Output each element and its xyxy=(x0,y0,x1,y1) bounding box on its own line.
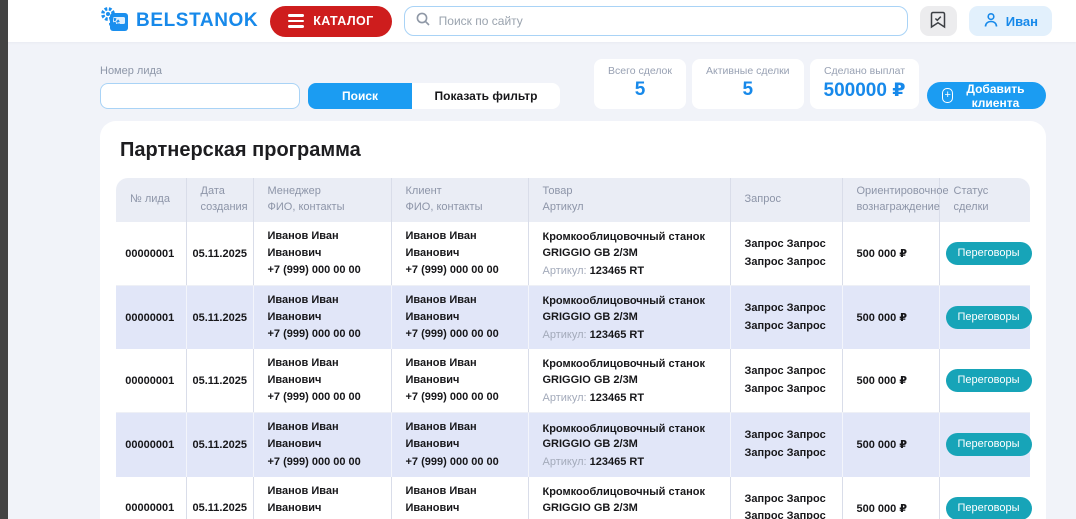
hamburger-icon xyxy=(288,14,305,28)
page-title: Партнерская программа xyxy=(120,139,361,161)
status-cell: Переговоры xyxy=(938,412,1032,477)
lead-number-input[interactable] xyxy=(100,83,300,109)
manager-cell: Иванов Иван Иванович +7 (999) 000 00 00 xyxy=(252,222,391,287)
status-badge: Переговоры xyxy=(945,496,1032,519)
col-reward: Ориентировочное вознаграждение xyxy=(841,178,949,222)
search-filter-segment: Поиск Показать фильтр xyxy=(308,83,560,109)
reward-cell: 500 000 ₽ xyxy=(841,285,939,350)
add-client-label: Добавить клиента xyxy=(966,81,1025,110)
table-header: № лида Дата создания Менеджер ФИО, контакт… xyxy=(116,178,1030,222)
date-cell: 05.11.2025 xyxy=(185,476,253,519)
request-cell: Запрос Запрос Запрос Запрос xyxy=(729,222,842,287)
search-icon xyxy=(415,11,431,32)
reward-cell: 500 000 ₽ xyxy=(841,349,939,414)
reward-cell: 500 000 ₽ xyxy=(841,476,939,519)
top-header: BELSTANOK КАТАЛОГ Иван xyxy=(0,0,1076,42)
lead-number-cell: 00000001 xyxy=(116,412,186,477)
table-body: 00000001 05.11.2025 Иванов Иван Иванович… xyxy=(116,222,1032,519)
date-cell: 05.11.2025 xyxy=(185,412,253,477)
manager-cell: Иванов Иван Иванович +7 (999) 000 00 00 xyxy=(252,476,391,519)
stat-payouts: Сделано выплат 500000 ₽ xyxy=(809,59,920,109)
col-manager: Менеджер ФИО, контакты xyxy=(252,178,391,222)
status-badge: Переговоры xyxy=(945,306,1032,330)
stat-value: 5 xyxy=(742,79,754,100)
lead-number-cell: 00000001 xyxy=(116,285,186,350)
product-cell: Кромкооблицовочный станок GRIGGIO GB 2/3… xyxy=(527,412,730,477)
manager-cell: Иванов Иван Иванович +7 (999) 000 00 00 xyxy=(252,285,391,350)
stat-label: Сделано выплат xyxy=(823,65,906,77)
request-cell: Запрос Запрос Запрос Запрос xyxy=(729,349,842,414)
lead-number-cell: 00000001 xyxy=(116,222,186,287)
client-cell: Иванов Иван Иванович +7 (999) 000 00 00 xyxy=(390,349,528,414)
table-row[interactable]: 00000001 05.11.2025 Иванов Иван Иванович… xyxy=(116,349,1032,414)
gears-logo-icon xyxy=(100,4,130,39)
stats-cards: Всего сделок 5 Активные сделки 5 Сделано… xyxy=(594,59,920,109)
request-cell: Запрос Запрос Запрос Запрос xyxy=(729,476,842,519)
partner-program-card: Партнерская программа № лида Дата создани… xyxy=(100,121,1046,519)
catalog-button[interactable]: КАТАЛОГ xyxy=(270,5,392,37)
request-cell: Запрос Запрос Запрос Запрос xyxy=(729,285,842,350)
bookmark-check-icon xyxy=(930,11,946,32)
bookmarks-button[interactable] xyxy=(919,6,957,36)
col-request: Запрос xyxy=(729,178,842,222)
stat-label: Активные сделки xyxy=(706,65,790,77)
stat-total-deals: Всего сделок 5 xyxy=(594,59,686,109)
site-search xyxy=(403,6,908,36)
leads-table: № лида Дата создания Менеджер ФИО, контакт… xyxy=(116,178,1032,519)
date-cell: 05.11.2025 xyxy=(185,285,253,350)
col-status: Статус сделки xyxy=(938,178,1030,222)
status-cell: Переговоры xyxy=(938,222,1032,287)
client-cell: Иванов Иван Иванович +7 (999) 000 00 00 xyxy=(390,412,528,477)
status-cell: Переговоры xyxy=(938,285,1032,350)
col-product: Товар Артикул xyxy=(527,178,730,222)
reward-cell: 500 000 ₽ xyxy=(841,412,939,477)
user-name-label: Иван xyxy=(1005,13,1038,29)
brand-logo[interactable]: BELSTANOK xyxy=(100,4,258,39)
stat-value: 5 xyxy=(634,79,646,100)
brand-name: BELSTANOK xyxy=(136,10,259,31)
user-icon xyxy=(983,12,999,31)
col-client: Клиент ФИО, контакты xyxy=(390,178,528,222)
client-cell: Иванов Иван Иванович +7 (999) 000 00 00 xyxy=(390,222,528,287)
status-badge: Переговоры xyxy=(945,242,1032,266)
user-account-button[interactable]: Иван xyxy=(968,6,1052,36)
status-cell: Переговоры xyxy=(938,476,1032,519)
col-created-date: Дата создания xyxy=(185,178,253,222)
table-row[interactable]: 00000001 05.11.2025 Иванов Иван Иванович… xyxy=(116,222,1032,287)
client-cell: Иванов Иван Иванович +7 (999) 000 00 00 xyxy=(390,285,528,350)
product-cell: Кромкооблицовочный станок GRIGGIO GB 2/3… xyxy=(527,476,730,519)
stat-value: 500000 ₽ xyxy=(823,80,906,101)
lead-number-label: Номер лида xyxy=(100,65,163,77)
client-cell: Иванов Иван Иванович +7 (999) 000 00 00 xyxy=(390,476,528,519)
product-cell: Кромкооблицовочный станок GRIGGIO GB 2/3… xyxy=(527,349,730,414)
plus-icon: + xyxy=(942,88,953,103)
status-badge: Переговоры xyxy=(945,369,1032,393)
filter-toolbar: Номер лида Поиск Показать фильтр Всего с… xyxy=(0,42,1076,110)
col-lead-number: № лида xyxy=(116,178,186,222)
stat-label: Всего сделок xyxy=(608,65,672,77)
show-filter-button[interactable]: Показать фильтр xyxy=(412,83,560,109)
catalog-button-label: КАТАЛОГ xyxy=(313,14,374,28)
table-row[interactable]: 00000001 05.11.2025 Иванов Иван Иванович… xyxy=(116,476,1032,519)
manager-cell: Иванов Иван Иванович +7 (999) 000 00 00 xyxy=(252,412,391,477)
product-cell: Кромкооблицовочный станок GRIGGIO GB 2/3… xyxy=(527,222,730,287)
search-button[interactable]: Поиск xyxy=(308,83,412,109)
table-row[interactable]: 00000001 05.11.2025 Иванов Иван Иванович… xyxy=(116,412,1032,477)
status-cell: Переговоры xyxy=(938,349,1032,414)
site-search-input[interactable] xyxy=(438,14,897,28)
status-badge: Переговоры xyxy=(945,433,1032,457)
lead-number-cell: 00000001 xyxy=(116,349,186,414)
add-client-button[interactable]: + Добавить клиента xyxy=(927,81,1046,110)
window-edge-strip xyxy=(0,0,8,519)
request-cell: Запрос Запрос Запрос Запрос xyxy=(729,412,842,477)
table-row[interactable]: 00000001 05.11.2025 Иванов Иван Иванович… xyxy=(116,285,1032,350)
stat-active-deals: Активные сделки 5 xyxy=(692,59,804,109)
lead-number-cell: 00000001 xyxy=(116,476,186,519)
manager-cell: Иванов Иван Иванович +7 (999) 000 00 00 xyxy=(252,349,391,414)
product-cell: Кромкооблицовочный станок GRIGGIO GB 2/3… xyxy=(527,285,730,350)
reward-cell: 500 000 ₽ xyxy=(841,222,939,287)
date-cell: 05.11.2025 xyxy=(185,222,253,287)
date-cell: 05.11.2025 xyxy=(185,349,253,414)
